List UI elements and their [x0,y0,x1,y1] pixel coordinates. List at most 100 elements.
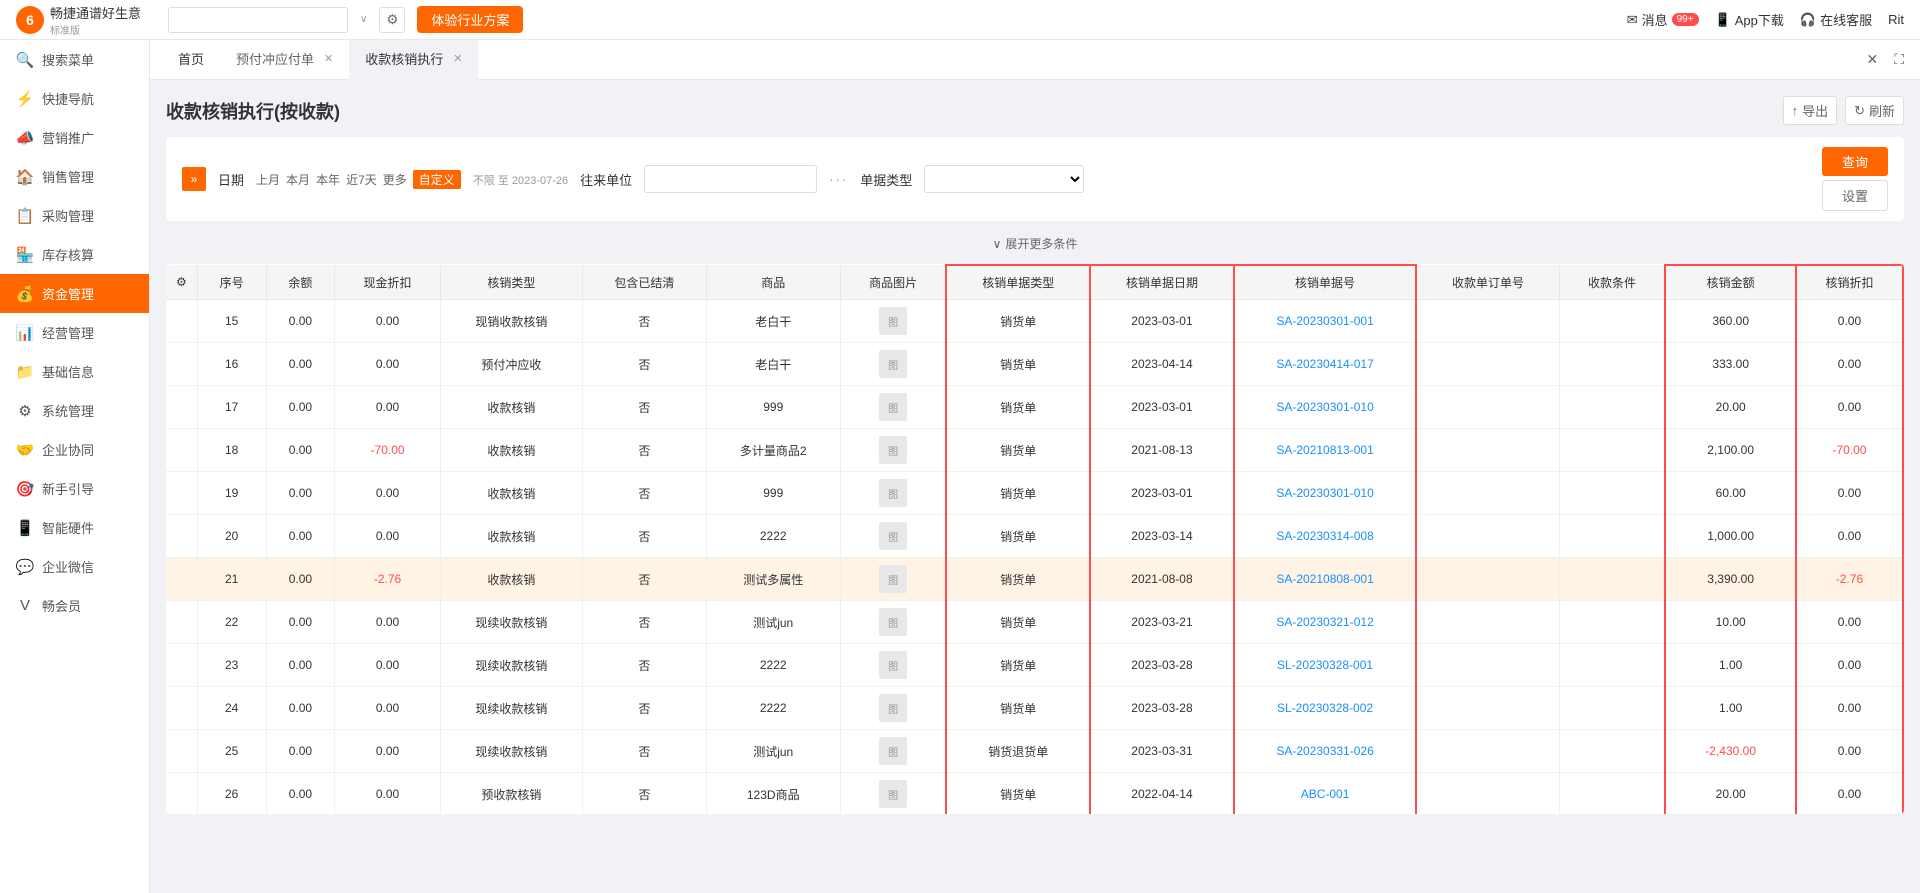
table-scroll-area[interactable]: ⚙ 序号 余额 现金折扣 核销类型 包含已结清 商品 商品图片 核销单据类型 核… [166,264,1904,814]
cell-cancel-doc-no: SL-20230328-001 [1234,644,1417,687]
cancel-doc-link[interactable]: SA-20230301-001 [1276,314,1373,328]
cancel-doc-link[interactable]: SA-20210813-001 [1276,443,1373,457]
chart-icon: 📊 [16,324,34,342]
cell-cash-discount: 0.00 [335,386,440,429]
cell-cancel-doc-no: ABC-001 [1234,773,1417,815]
tab-prepay-close[interactable]: ✕ [324,52,333,65]
export-button[interactable]: ↑ 导出 [1783,96,1838,125]
cell-gear [166,472,197,515]
app-download-button[interactable]: 📱 App下载 [1715,10,1784,29]
tab-close-all-button[interactable]: ✕ [1862,47,1882,72]
cancel-doc-link[interactable]: SA-20230301-010 [1276,486,1373,500]
refresh-icon: ↻ [1854,103,1865,119]
cancel-doc-link[interactable]: ABC-001 [1301,787,1350,801]
table-row: 20 0.00 0.00 收款核销 否 2222 图 销货单 2023-03-1… [166,515,1903,558]
cancel-doc-link[interactable]: SA-20230414-017 [1276,357,1373,371]
cancel-doc-link[interactable]: SA-20230314-008 [1276,529,1373,543]
sidebar-item-vip[interactable]: V 畅会员 [0,586,149,625]
cell-cancel-amount: -2,430.00 [1665,730,1795,773]
sidebar-item-capital[interactable]: 💰 资金管理 [0,274,149,313]
sidebar-item-smarthw[interactable]: 📱 智能硬件 [0,508,149,547]
filter-setting-button[interactable]: 设置 [1822,180,1888,211]
from-unit-label: 往来单位 [580,170,632,189]
tab-prepay[interactable]: 预付冲应付单 ✕ [220,40,349,80]
col-gear[interactable]: ⚙ [166,265,197,300]
handshake-icon: 🤝 [16,441,34,459]
cell-cancel-type: 收款核销 [440,472,582,515]
online-service-button[interactable]: 🎧 在线客服 [1800,10,1872,29]
date-link-this-month[interactable]: 本月 [286,171,310,188]
col-goods-img: 商品图片 [840,265,946,300]
tab-prepay-label: 预付冲应付单 [236,49,314,68]
cell-cancel-amount: 1,000.00 [1665,515,1795,558]
doc-type-select[interactable] [924,165,1084,193]
top-bar-right: ✉ 消息 99+ 📱 App下载 🎧 在线客服 Rit [1627,10,1904,29]
user-profile[interactable]: Rit [1888,12,1904,27]
sidebar-item-basic[interactable]: 📁 基础信息 [0,352,149,391]
date-quick-links: 上月 本月 本年 近7天 更多 自定义 [256,170,461,189]
cell-cancel-doc-no: SA-20210808-001 [1234,558,1417,601]
cancel-doc-link[interactable]: SA-20230301-010 [1276,400,1373,414]
top-search-input[interactable] [168,7,348,33]
tab-receipt-cancel[interactable]: 收款核销执行 ✕ [349,40,478,80]
dropdown-arrow-icon[interactable]: ∨ [360,14,367,25]
cancel-doc-link[interactable]: SA-20230321-012 [1276,615,1373,629]
cell-cash-discount: -70.00 [335,429,440,472]
message-button[interactable]: ✉ 消息 99+ [1627,10,1699,29]
sidebar-item-inventory[interactable]: 🏪 库存核算 [0,235,149,274]
date-link-last-month[interactable]: 上月 [256,171,280,188]
cell-cancel-doc-type: 销货单 [946,558,1090,601]
expand-more-button[interactable]: ∨ 展开更多条件 [166,231,1904,256]
cell-goods: 123D商品 [706,773,840,815]
tab-home[interactable]: 首页 [162,40,220,80]
tab-maximize-button[interactable]: ⛶ [1890,47,1908,72]
sidebar-item-marketing[interactable]: 📣 营销推广 [0,118,149,157]
sidebar-item-purchase[interactable]: 📋 采购管理 [0,196,149,235]
cancel-doc-link[interactable]: SA-20210808-001 [1276,572,1373,586]
cell-balance: 0.00 [266,558,335,601]
search-icon: 🔍 [16,51,34,69]
trial-button[interactable]: 体验行业方案 [417,6,523,33]
sidebar-item-collab[interactable]: 🤝 企业协同 [0,430,149,469]
cell-balance: 0.00 [266,687,335,730]
refresh-button[interactable]: ↻ 刷新 [1845,96,1904,125]
from-unit-input[interactable] [644,165,817,193]
cancel-doc-link[interactable]: SL-20230328-002 [1277,701,1373,715]
cell-gear [166,515,197,558]
date-link-custom[interactable]: 自定义 [413,170,461,189]
filter-expand-button[interactable]: » [182,167,206,191]
sidebar-label-beginner: 新手引导 [42,479,94,498]
chat-icon: 💬 [16,558,34,576]
top-bar: 6 畅捷通谱好生意 标准版 ∨ ⚙ 体验行业方案 ✉ 消息 99+ 📱 App下… [0,0,1920,40]
query-button[interactable]: 查询 [1822,147,1888,176]
sidebar-item-system[interactable]: ⚙ 系统管理 [0,391,149,430]
sidebar-item-sales[interactable]: 🏠 销售管理 [0,157,149,196]
cell-include-settled: 否 [582,773,706,815]
cell-goods-img: 图 [840,773,946,815]
col-cancel-doc-date: 核销单据日期 [1090,265,1234,300]
tab-receipt-cancel-close[interactable]: ✕ [453,52,462,65]
sidebar-item-search-menu[interactable]: 🔍 搜索菜单 [0,40,149,79]
cell-cancel-doc-no: SA-20230314-008 [1234,515,1417,558]
page-title-text: 收款核销执行(按收款) [166,98,340,124]
sidebar-item-quick-nav[interactable]: ⚡ 快捷导航 [0,79,149,118]
cancel-doc-link[interactable]: SL-20230328-001 [1277,658,1373,672]
sidebar-item-bizops[interactable]: 📊 经营管理 [0,313,149,352]
sidebar-item-beginner[interactable]: 🎯 新手引导 [0,469,149,508]
date-link-more[interactable]: 更多 [383,171,407,188]
dots-icon[interactable]: ··· [829,172,848,187]
cancel-doc-link[interactable]: SA-20230331-026 [1276,744,1373,758]
settings-gear-button[interactable]: ⚙ [379,7,405,33]
cell-goods: 2222 [706,687,840,730]
date-link-7days[interactable]: 近7天 [346,171,377,188]
cell-balance: 0.00 [266,773,335,815]
cell-cash-discount: 0.00 [335,343,440,386]
cell-balance: 0.00 [266,730,335,773]
cell-num: 17 [197,386,266,429]
sidebar-item-corpwechat[interactable]: 💬 企业微信 [0,547,149,586]
date-link-this-year[interactable]: 本年 [316,171,340,188]
cell-cancel-doc-date: 2023-03-01 [1090,472,1234,515]
cell-goods: 2222 [706,644,840,687]
cell-gear [166,644,197,687]
col-cancel-type: 核销类型 [440,265,582,300]
